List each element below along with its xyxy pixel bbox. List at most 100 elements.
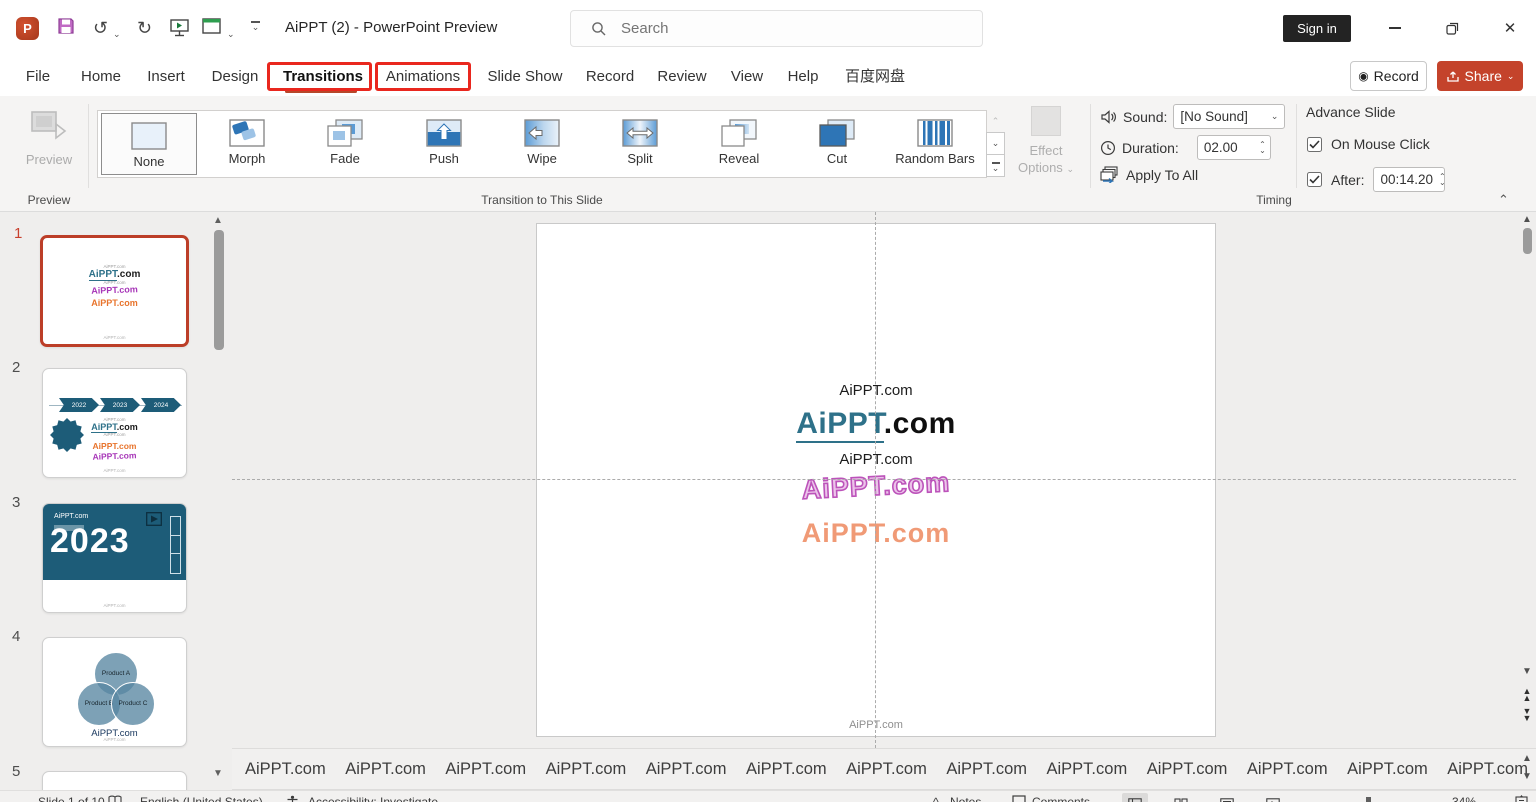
sound-dropdown[interactable]: [No Sound] ⌄ <box>1173 104 1286 129</box>
share-button[interactable]: Share ⌄ <box>1437 61 1523 91</box>
reading-view-button[interactable] <box>1214 793 1240 802</box>
duration-icon <box>1100 140 1116 156</box>
fit-slide-icon[interactable] <box>1514 795 1529 802</box>
tab-record[interactable]: Record <box>585 57 635 96</box>
slide-thumbnail-1[interactable]: AiPPT.com AiPPT.com AiPPT.com AiPPT.com … <box>40 235 189 347</box>
transition-group-label: Transition to This Slide <box>481 193 603 207</box>
morph-transition-icon <box>229 119 265 147</box>
start-slideshow-icon[interactable] <box>169 17 190 38</box>
slide-thumbnail-3[interactable]: AiPPT.com 2023 AiPPT.com <box>42 503 187 613</box>
undo-dropdown-icon[interactable]: ⌄ <box>113 21 121 47</box>
transition-split[interactable]: Split <box>592 111 688 177</box>
close-button[interactable]: ✕ <box>1490 14 1530 42</box>
transition-push[interactable]: Push <box>396 111 492 177</box>
maximize-button[interactable] <box>1432 14 1472 42</box>
tab-insert[interactable]: Insert <box>146 57 186 96</box>
tab-file[interactable]: File <box>24 57 52 96</box>
canvas-scroll-up-icon[interactable]: ▲ <box>1519 214 1535 226</box>
search-input[interactable] <box>621 20 941 37</box>
transition-fade[interactable]: Fade <box>297 111 393 177</box>
tab-design[interactable]: Design <box>211 57 259 96</box>
collapse-ribbon-icon[interactable]: ⌃ <box>1498 192 1509 208</box>
slide-text-top[interactable]: AiPPT.com <box>537 382 1215 399</box>
next-slide-button[interactable]: ▼ ▼ <box>1519 707 1535 722</box>
transition-reveal[interactable]: Reveal <box>691 111 787 177</box>
tab-help[interactable]: Help <box>786 57 820 96</box>
duration-label: Duration: <box>1122 139 1179 156</box>
thumbnails-scroll-down-icon[interactable]: ▼ <box>213 768 223 779</box>
horizontal-guide[interactable] <box>232 479 1516 480</box>
spellcheck-book-icon[interactable] <box>108 795 122 802</box>
tab-view[interactable]: View <box>729 57 765 96</box>
annotation-box-transitions <box>267 62 372 91</box>
transition-cut[interactable]: Cut <box>789 111 885 177</box>
window-view-icon[interactable] <box>201 17 222 36</box>
tab-home[interactable]: Home <box>80 57 122 96</box>
undo-icon[interactable]: ↺ <box>93 15 108 41</box>
previous-slide-button[interactable]: ▲ ▲ <box>1519 687 1535 702</box>
record-button[interactable]: ◉ Record <box>1350 61 1427 91</box>
canvas-scrollbar-thumb[interactable] <box>1523 228 1532 254</box>
share-dropdown-icon: ⌄ <box>1506 70 1515 81</box>
quick-access-overflow-icon[interactable]: ⌄ <box>251 17 260 31</box>
watermark-strip: AiPPT.com AiPPT.com AiPPT.com AiPPT.com AiP… <box>232 748 1536 790</box>
chevron-down-icon: ⌄ <box>1270 111 1279 121</box>
zoom-percentage[interactable]: 34% <box>1452 795 1476 802</box>
search-box[interactable] <box>570 10 983 47</box>
redo-icon[interactable]: ↻ <box>137 15 152 41</box>
tab-review[interactable]: Review <box>657 57 707 96</box>
language-label[interactable]: English (United States) <box>140 795 263 802</box>
play-icon <box>146 512 162 526</box>
tab-baidu-netdisk[interactable]: 百度网盘 <box>841 57 909 96</box>
transition-random-bars[interactable]: Random Bars <box>887 111 983 177</box>
comments-button[interactable]: Comments <box>1032 795 1090 802</box>
save-icon[interactable] <box>56 16 76 36</box>
accessibility-icon <box>286 795 299 802</box>
transition-morph[interactable]: Morph <box>199 111 295 177</box>
record-dot-icon: ◉ <box>1358 69 1369 83</box>
on-mouse-click-option[interactable]: On Mouse Click <box>1307 136 1430 152</box>
notes-button[interactable]: Notes <box>950 795 981 802</box>
slide-number-5: 5 <box>12 763 21 780</box>
share-icon <box>1446 70 1460 83</box>
slide-wordart-orange[interactable]: AiPPT.com <box>537 518 1215 549</box>
transition-none[interactable]: None <box>101 113 197 175</box>
accessibility-status[interactable]: Accessibility: Investigate <box>308 795 438 802</box>
strip-scroll-up-icon[interactable]: ▲ <box>1519 753 1535 765</box>
on-mouse-click-checkbox[interactable] <box>1307 136 1322 152</box>
sign-in-button[interactable]: Sign in <box>1283 15 1351 42</box>
canvas-scroll-down-icon[interactable]: ▼ <box>1519 666 1535 678</box>
minimize-button[interactable] <box>1375 14 1415 42</box>
transition-wipe[interactable]: Wipe <box>494 111 590 177</box>
slide-title[interactable]: AiPPT.com <box>537 407 1215 443</box>
tab-slide-show[interactable]: Slide Show <box>486 57 564 96</box>
after-option[interactable]: After: 00:14.20 ⌃ ⌄ <box>1307 167 1446 192</box>
starburst-shape <box>50 418 84 452</box>
thumbnails-scroll-up-icon[interactable]: ▲ <box>213 215 223 226</box>
slide-thumbnail-4[interactable]: Product A Product B Product C AiPPT.com … <box>42 637 187 747</box>
gallery-scroll-down-icon[interactable]: ⌄ <box>986 132 1005 155</box>
window-view-dropdown-icon[interactable]: ⌄ <box>227 21 235 47</box>
timing-group-label: Timing <box>1256 193 1292 207</box>
gallery-scroll-up-icon[interactable]: ⌃ <box>986 110 1005 133</box>
zoom-slider-thumb[interactable] <box>1366 797 1371 802</box>
powerpoint-app-icon[interactable]: P <box>16 17 39 40</box>
slide-thumbnail-2[interactable]: 2022 2023 2024 AiPPT.com AiPPT.com AiPPT… <box>42 368 187 478</box>
slideshow-view-button[interactable] <box>1260 793 1286 802</box>
preview-button[interactable]: Preview <box>18 104 80 186</box>
strip-scroll-down-icon[interactable]: ▼ <box>1519 771 1535 783</box>
apply-to-all-icon <box>1100 166 1118 183</box>
after-spinner[interactable]: 00:14.20 ⌃ ⌄ <box>1373 167 1446 192</box>
gallery-more-icon[interactable]: ⌄ <box>986 154 1005 177</box>
vertical-guide[interactable] <box>875 212 876 748</box>
normal-view-button[interactable] <box>1122 793 1148 802</box>
apply-to-all-button[interactable]: Apply To All <box>1100 166 1198 183</box>
effect-options-button[interactable]: Effect Options ⌄ <box>1012 104 1080 188</box>
search-icon <box>591 21 607 37</box>
slide-sorter-view-button[interactable] <box>1168 793 1194 802</box>
duration-spinner[interactable]: 02.00 ⌃ ⌄ <box>1196 135 1271 160</box>
after-checkbox[interactable] <box>1307 172 1322 187</box>
preview-group-label: Preview <box>27 193 71 207</box>
thumbnails-scrollbar-thumb[interactable] <box>214 230 224 350</box>
slide-canvas[interactable]: AiPPT.com AiPPT.com AiPPT.com AiPPT.com … <box>536 223 1216 737</box>
